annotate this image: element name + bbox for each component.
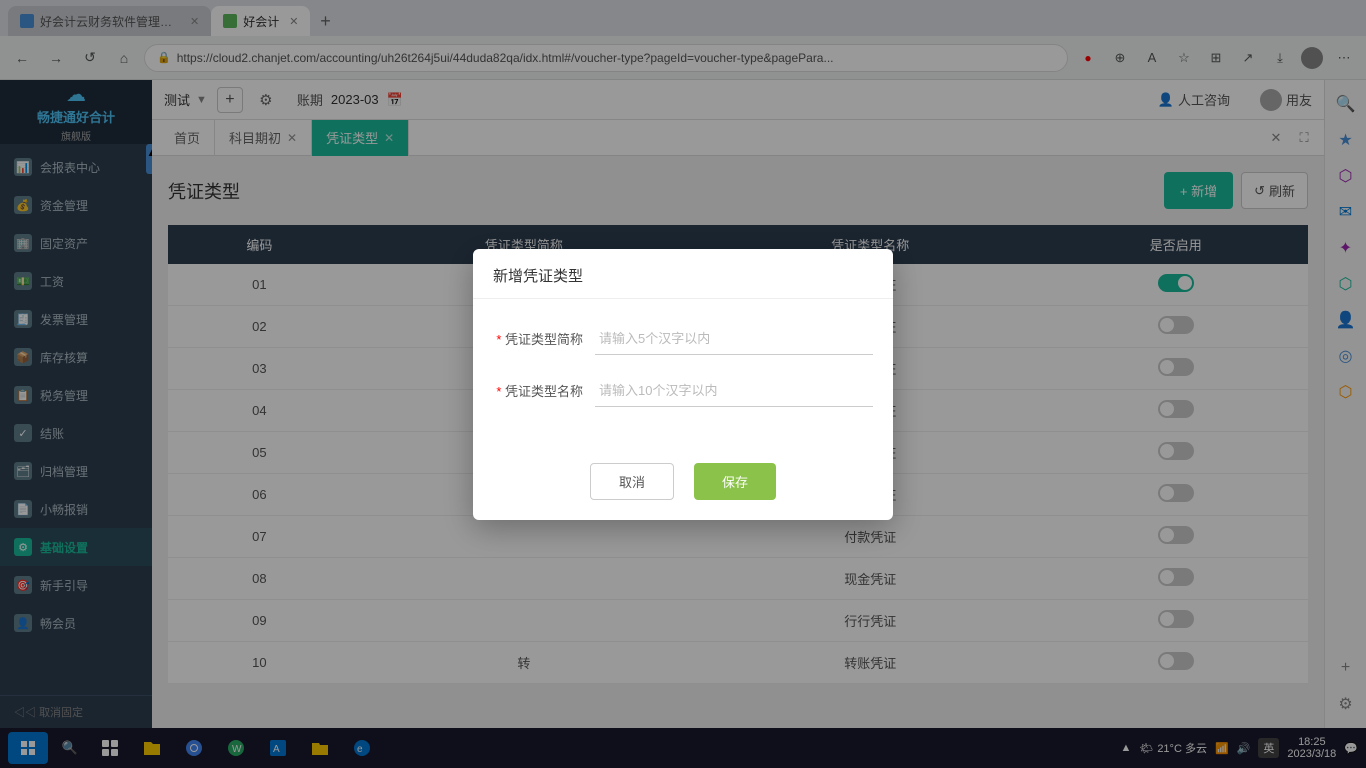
form-row-abbr: 凭证类型简称 [493,323,873,355]
add-voucher-type-modal: 新增凭证类型 凭证类型简称 凭证类型名称 取消 保存 [473,249,893,520]
modal-footer: 取消 保存 [473,451,893,520]
field-abbr-label: 凭证类型简称 [493,329,583,348]
form-row-name: 凭证类型名称 [493,375,873,407]
browser-frame: 好会计云财务软件管理系统_会计 ✕ 好会计 ✕ + ← → ↺ ⌂ 🔒 http… [0,0,1366,768]
cancel-button[interactable]: 取消 [590,463,674,500]
save-button[interactable]: 保存 [694,463,776,500]
modal-overlay: 新增凭证类型 凭证类型简称 凭证类型名称 取消 保存 [0,0,1366,768]
modal-title: 新增凭证类型 [493,268,583,285]
field-name-input[interactable] [595,375,873,407]
field-name-label: 凭证类型名称 [493,381,583,400]
modal-body: 凭证类型简称 凭证类型名称 [473,299,893,451]
modal-header: 新增凭证类型 [473,249,893,299]
field-abbr-input[interactable] [595,323,873,355]
